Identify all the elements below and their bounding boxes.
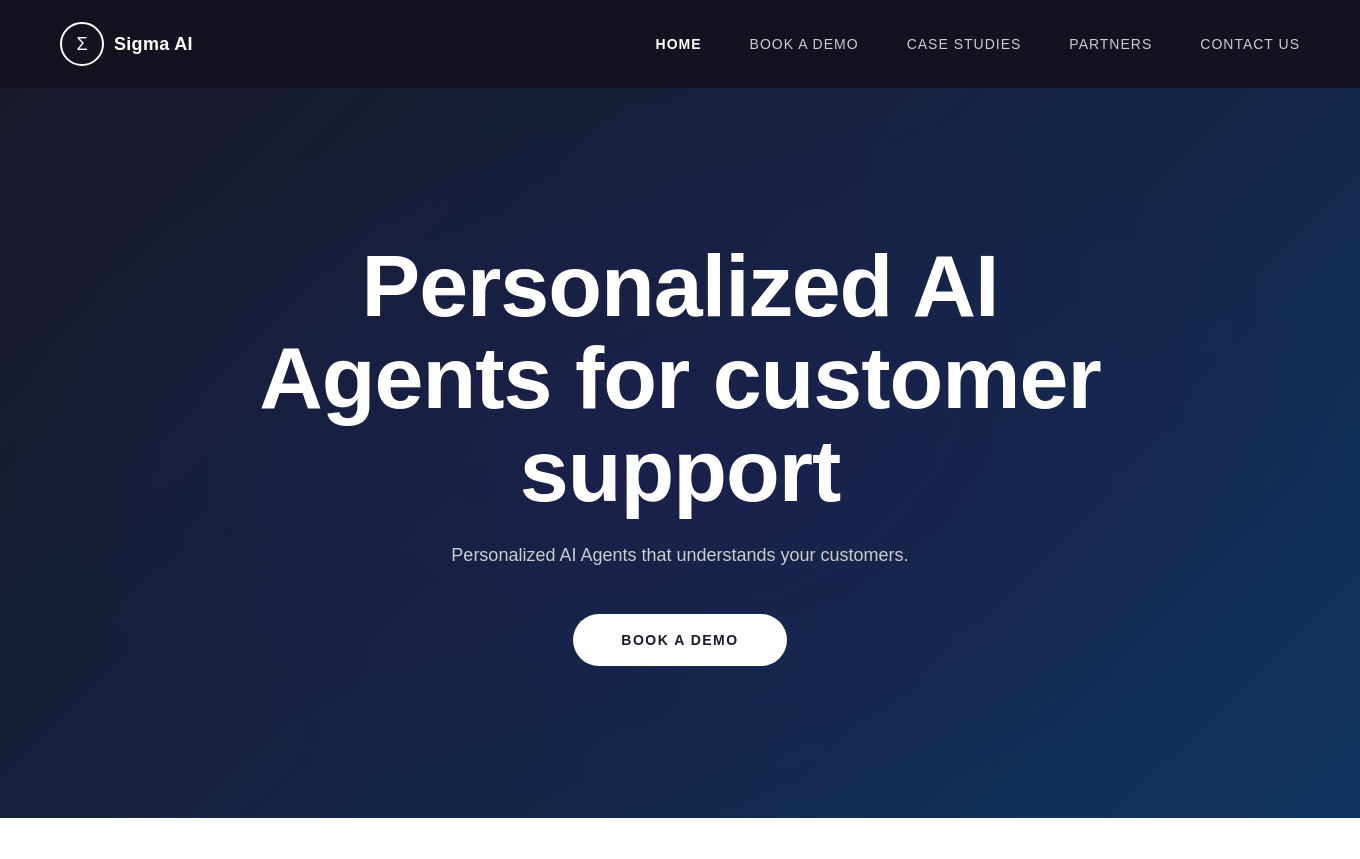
- nav-item-contact-us[interactable]: CONTACT US: [1200, 35, 1300, 53]
- hero-subtitle: Personalized AI Agents that understands …: [451, 545, 908, 566]
- nav-link-home[interactable]: HOME: [656, 36, 702, 52]
- nav-links: HOME BOOK A DEMO CASE STUDIES PARTNERS C…: [656, 35, 1300, 53]
- nav-item-home[interactable]: HOME: [656, 35, 702, 53]
- hero-section: Personalized AI Agents for customer supp…: [0, 88, 1360, 818]
- logo-symbol: Σ: [60, 22, 104, 66]
- logo-link[interactable]: Σ Sigma AI: [60, 22, 193, 66]
- nav-link-partners[interactable]: PARTNERS: [1069, 36, 1152, 52]
- hero-title: Personalized AI Agents for customer supp…: [250, 240, 1110, 517]
- nav-link-book-demo[interactable]: BOOK A DEMO: [750, 36, 859, 52]
- nav-link-contact-us[interactable]: CONTACT US: [1200, 36, 1300, 52]
- nav-item-case-studies[interactable]: CASE STUDIES: [907, 35, 1022, 53]
- nav-link-case-studies[interactable]: CASE STUDIES: [907, 36, 1022, 52]
- nav-item-book-demo[interactable]: BOOK A DEMO: [750, 35, 859, 53]
- logo-text: Sigma AI: [114, 34, 193, 55]
- logos-section: clarifion CLEAN BOSS garden c up BETTERB…: [0, 818, 1360, 859]
- nav-item-partners[interactable]: PARTNERS: [1069, 35, 1152, 53]
- hero-cta-button[interactable]: BOOK A DEMO: [573, 614, 786, 666]
- navbar: Σ Sigma AI HOME BOOK A DEMO CASE STUDIES…: [0, 0, 1360, 88]
